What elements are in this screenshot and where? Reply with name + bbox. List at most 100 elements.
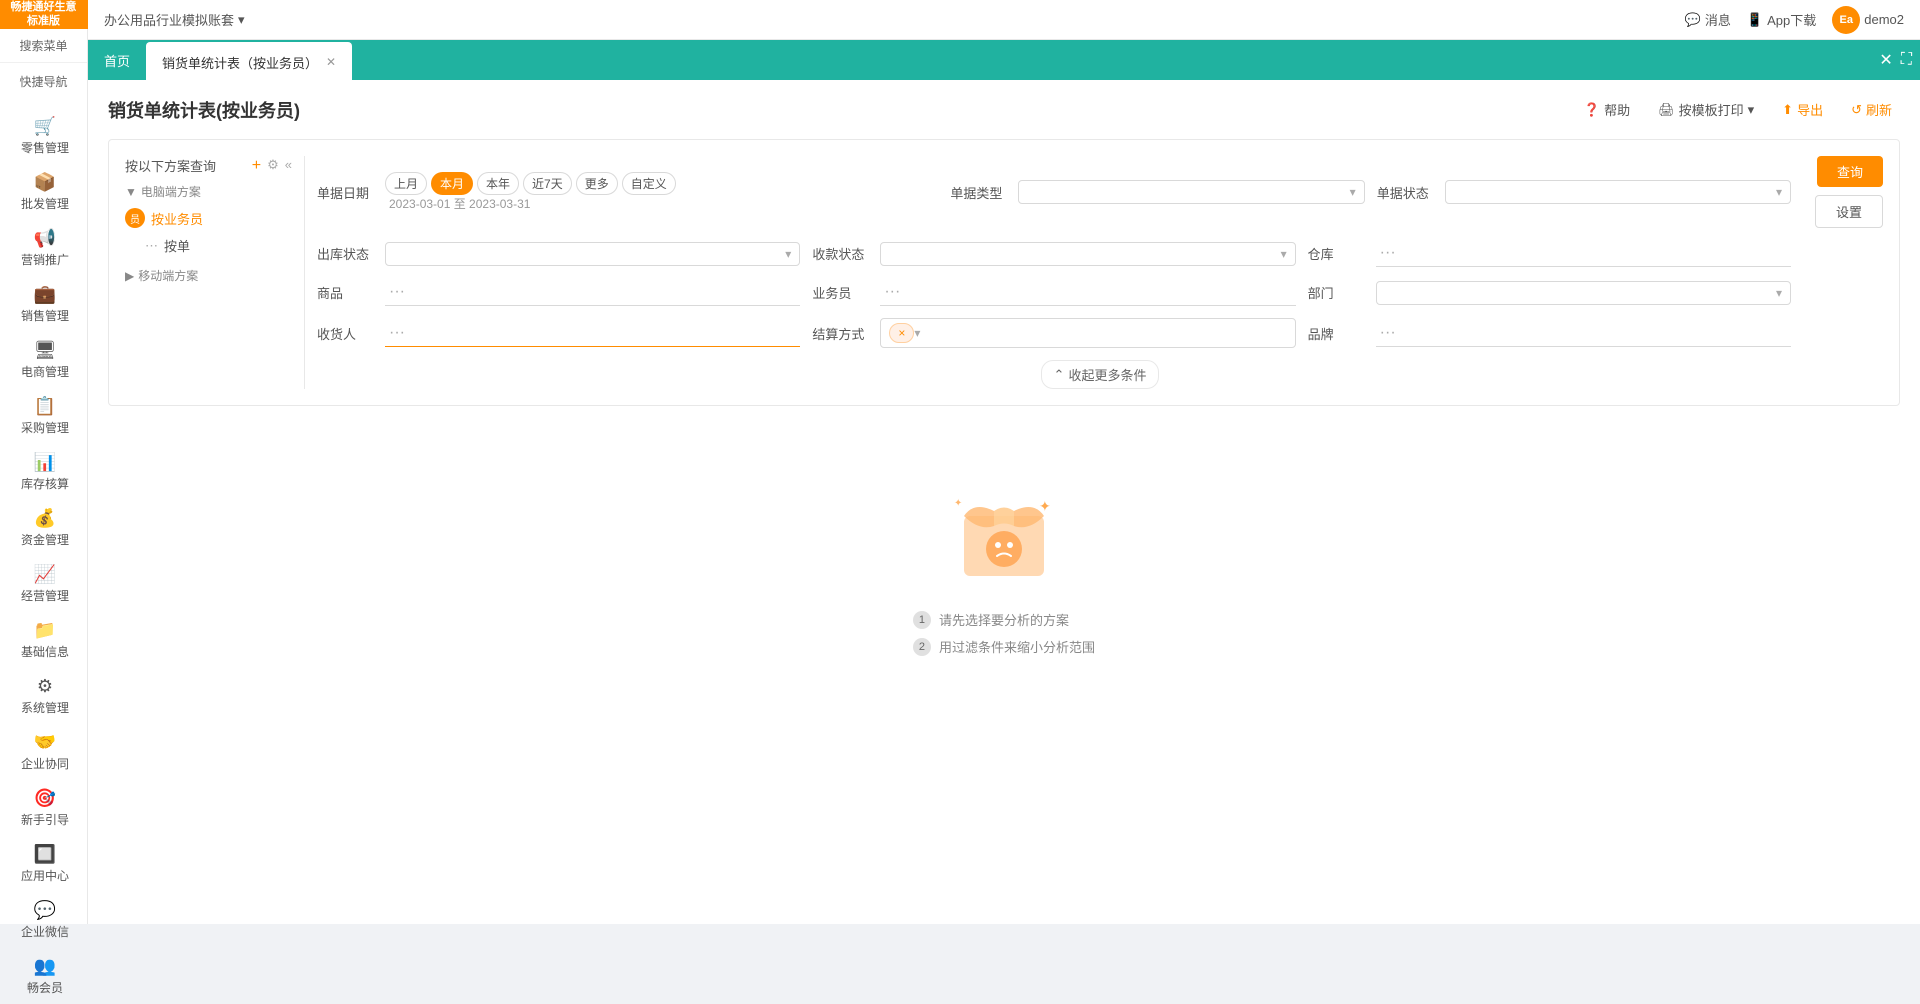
warehouse-dots[interactable]: ···	[1380, 244, 1396, 262]
salesperson-input[interactable]: ···	[880, 279, 1295, 306]
date-btn-last-month[interactable]: 上月	[385, 172, 427, 195]
left-panel-add-btn[interactable]: +	[252, 157, 261, 175]
settlement-label: 结算方式	[812, 324, 872, 343]
svg-text:✦: ✦	[954, 498, 962, 509]
refresh-icon: ↺	[1851, 102, 1862, 118]
app-download-btn[interactable]: 📱 App下载	[1747, 10, 1816, 29]
sidebar-item-purchase[interactable]: 📋 采购管理	[0, 388, 87, 444]
sidebar-item-wholesale[interactable]: 📦 批发管理	[0, 164, 87, 220]
sidebar-item-ecommerce[interactable]: 🖥 电商管理	[0, 332, 87, 388]
sidebar-item-member[interactable]: 👥 畅会员	[0, 948, 87, 1004]
export-icon: ⬆	[1782, 102, 1793, 118]
print-icon: 🖨	[1658, 102, 1675, 118]
collapse-btn[interactable]: ⌃ 收起更多条件	[1041, 360, 1160, 389]
sidebar-item-enterprise[interactable]: 🤝 企业协同	[0, 724, 87, 780]
tab-close-icon[interactable]: ✕	[326, 55, 336, 69]
date-btn-this-year[interactable]: 本年	[477, 172, 519, 195]
tab-home[interactable]: 首页	[88, 40, 146, 80]
tree-item-by-salesperson[interactable]: 员 按业务员	[125, 204, 292, 232]
sidebar-item-system-label: 系统管理	[21, 699, 69, 716]
filter-row-3: 商品 ··· 业务员 ···	[317, 279, 1883, 306]
sidebar-item-sales[interactable]: 💼 销售管理	[0, 276, 87, 332]
sidebar-item-inventory[interactable]: 📊 库存核算	[0, 444, 87, 500]
sidebar-item-system[interactable]: ⚙ 系统管理	[0, 668, 87, 724]
settlement-tags: ×	[889, 323, 914, 343]
empty-hints: 1 请先选择要分析的方案 2 用过滤条件来缩小分析范围	[913, 610, 1095, 656]
sidebar-item-retail-label: 零售管理	[21, 139, 69, 156]
tab-sales-stat[interactable]: 销货单统计表（按业务员） ✕	[146, 42, 352, 82]
consignee-input[interactable]: ···	[385, 320, 800, 347]
module-selector[interactable]: 办公用品行业模拟账套 ▾	[104, 10, 245, 29]
desktop-section-label[interactable]: ▼ 电脑端方案	[125, 183, 292, 200]
app-center-icon: 🔲	[34, 844, 56, 865]
export-btn[interactable]: ⬆ 导出	[1774, 96, 1831, 123]
sidebar-item-app-center[interactable]: 🔲 应用中心	[0, 836, 87, 892]
sidebar-item-wholesale-label: 批发管理	[21, 195, 69, 212]
query-btn[interactable]: 查询	[1817, 156, 1883, 187]
sidebar-item-operation[interactable]: 📈 经营管理	[0, 556, 87, 612]
filter-doc-type: 单据类型 ▾	[950, 180, 1364, 204]
left-panel-collapse-btn[interactable]: «	[285, 157, 292, 175]
settlement-select[interactable]: × ▾	[880, 318, 1295, 348]
hint-1: 1 请先选择要分析的方案	[913, 610, 1095, 629]
date-btn-more[interactable]: 更多	[576, 172, 618, 195]
filter-warehouse: 仓库 ···	[1308, 240, 1791, 267]
tree-sub-by-order[interactable]: ⋯ 按单	[145, 232, 292, 259]
doc-type-select[interactable]: ▾	[1018, 180, 1364, 204]
message-btn[interactable]: 💬 消息	[1685, 10, 1731, 29]
sidebar-quicknav-label[interactable]: 快捷导航	[19, 67, 67, 96]
payment-status-select[interactable]: ▾	[880, 242, 1295, 266]
user-menu[interactable]: Ea demo2	[1832, 6, 1904, 34]
sidebar-search-label[interactable]: 搜索菜单	[19, 37, 67, 54]
salesperson-dots[interactable]: ···	[884, 283, 900, 301]
help-btn[interactable]: ❓ 帮助	[1576, 96, 1638, 123]
date-buttons: 上月 本月 本年 近7天 更多 自定义	[385, 172, 938, 195]
left-panel-settings-btn[interactable]: ⚙	[267, 157, 279, 175]
date-btn-this-month[interactable]: 本月	[431, 172, 473, 195]
left-panel-actions: + ⚙ «	[252, 157, 292, 175]
payment-status-arrow: ▾	[1281, 247, 1287, 261]
sidebar-item-newbie[interactable]: 🎯 新手引导	[0, 780, 87, 836]
empty-svg: ✦ ✦	[944, 486, 1064, 586]
retail-icon: 🛒	[34, 116, 56, 137]
date-btn-7days[interactable]: 近7天	[523, 172, 572, 195]
out-status-select[interactable]: ▾	[385, 242, 800, 266]
warehouse-input[interactable]: ···	[1376, 240, 1791, 267]
sidebar-item-operation-label: 经营管理	[21, 587, 69, 604]
settlement-tag[interactable]: ×	[889, 323, 914, 343]
department-select[interactable]: ▾	[1376, 281, 1791, 305]
sidebar-item-marketing[interactable]: 📢 营销推广	[0, 220, 87, 276]
brand-dots[interactable]: ···	[1380, 324, 1396, 342]
date-btn-custom[interactable]: 自定义	[622, 172, 676, 195]
collapse-icon: ⌃	[1054, 367, 1065, 383]
sidebar-item-finance[interactable]: 💰 资金管理	[0, 500, 87, 556]
mobile-section-label[interactable]: ▶ 移动端方案	[125, 267, 292, 284]
consignee-dots[interactable]: ···	[389, 324, 405, 342]
left-panel: 按以下方案查询 + ⚙ « ▼ 电脑端方案 员	[125, 156, 305, 389]
goods-input[interactable]: ···	[385, 279, 800, 306]
mobile-section-text: 移动端方案	[138, 267, 198, 284]
sidebar-item-retail[interactable]: 🛒 零售管理	[0, 108, 87, 164]
doc-status-select[interactable]: ▾	[1445, 180, 1791, 204]
page-header: 销货单统计表(按业务员) ❓ 帮助 🖨 按模板打印 ▾ ⬆ 导出	[108, 96, 1900, 123]
filter-salesperson: 业务员 ···	[812, 279, 1295, 306]
salesperson-label: 业务员	[812, 283, 872, 302]
tab-expand-btn[interactable]: ⛶	[1901, 51, 1912, 69]
doc-status-label: 单据状态	[1377, 183, 1437, 202]
sidebar-item-wechat[interactable]: 💬 企业微信	[0, 892, 87, 948]
tabs-right-actions: ✕ ⛶	[1879, 50, 1920, 70]
sidebar: 畅捷通好生意 标准版 搜索菜单 快捷导航 🛒 零售管理 📦 批发管理 📢 营销推…	[0, 0, 88, 924]
settlement-tag-close[interactable]: ×	[898, 326, 905, 340]
marketing-icon: 📢	[34, 228, 56, 249]
sidebar-item-sales-label: 销售管理	[21, 307, 69, 324]
settings-btn[interactable]: 设置	[1815, 195, 1883, 228]
template-print-btn[interactable]: 🖨 按模板打印 ▾	[1650, 96, 1762, 123]
sidebar-item-basic[interactable]: 📁 基础信息	[0, 612, 87, 668]
tab-close-window-btn[interactable]: ✕	[1879, 50, 1892, 70]
mobile-expand-icon: ▶	[125, 269, 134, 283]
brand-input[interactable]: ···	[1376, 320, 1791, 347]
goods-dots[interactable]: ···	[389, 283, 405, 301]
tree-sub-items: ⋯ 按单	[125, 232, 292, 259]
refresh-btn[interactable]: ↺ 刷新	[1843, 96, 1900, 123]
app-download-icon: 📱	[1747, 12, 1763, 28]
